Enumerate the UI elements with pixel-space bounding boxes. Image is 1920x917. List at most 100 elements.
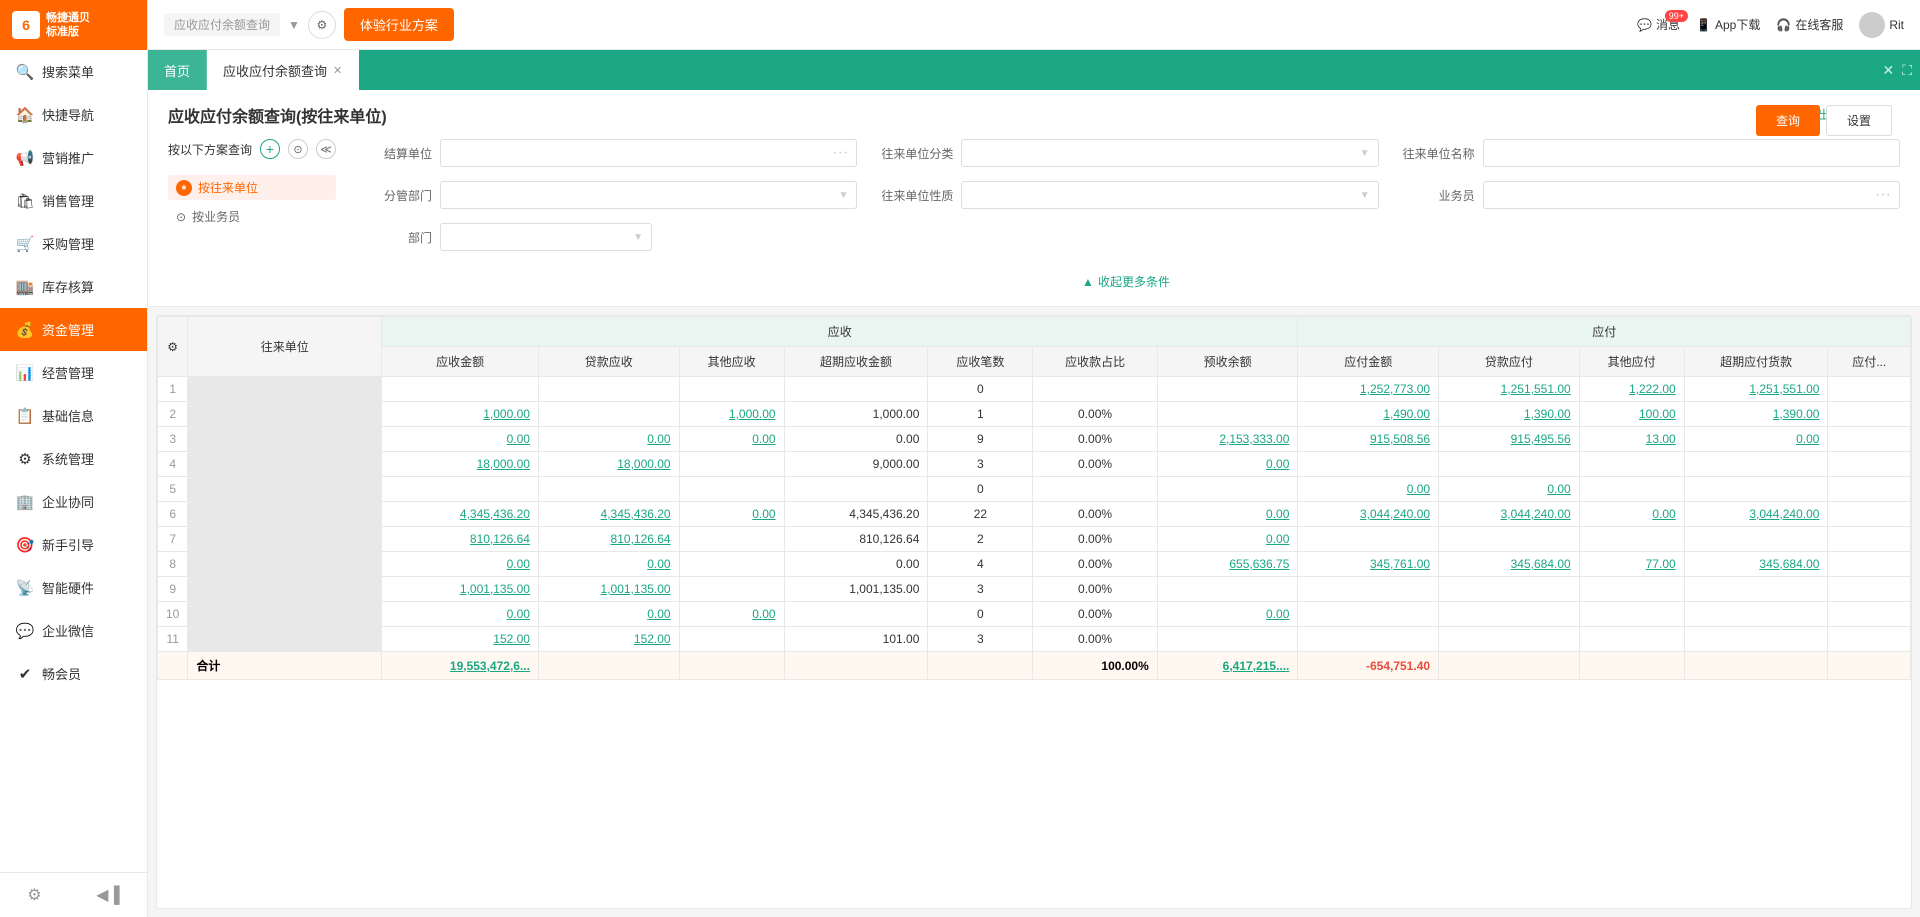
collapse-icon: ▲: [1082, 275, 1094, 289]
footer-label: 合计: [188, 652, 382, 680]
sidebar-bottom: ⚙ ◀▐: [0, 872, 147, 917]
topbar-left: 应收应付余额查询 ▼ ⚙ 体验行业方案: [164, 8, 1625, 41]
sidebar-item-guide[interactable]: 🎯 新手引导: [0, 523, 147, 566]
partner-name-cell: ████████: [188, 527, 382, 552]
app-download-btn[interactable]: 📱 App下载: [1696, 16, 1760, 33]
sidebar-item-marketing[interactable]: 📢 营销推广: [0, 136, 147, 179]
partner-name-input[interactable]: [1483, 139, 1900, 167]
filter-settlement-unit: 结算单位 ···: [352, 139, 857, 167]
settlement-unit-input[interactable]: ···: [440, 139, 857, 167]
query-button[interactable]: 查询: [1756, 105, 1820, 136]
filter-option-btn[interactable]: ⊙: [288, 139, 308, 159]
tab-home[interactable]: 首页: [148, 50, 207, 90]
sidebar-item-enterprise[interactable]: 🏢 企业协同: [0, 480, 147, 523]
sidebar-item-label: 智能硬件: [42, 578, 94, 597]
sidebar-item-hardware[interactable]: 📡 智能硬件: [0, 566, 147, 609]
footer-empty: [158, 652, 188, 680]
table-settings-col[interactable]: ⚙: [158, 317, 188, 377]
solution-button[interactable]: 体验行业方案: [344, 8, 454, 41]
chevron-down-icon: ▼: [1360, 148, 1370, 159]
sidebar-item-wechat[interactable]: 💬 企业微信: [0, 609, 147, 652]
sidebar-item-operations[interactable]: 📊 经营管理: [0, 351, 147, 394]
settings-button[interactable]: 设置: [1826, 105, 1892, 136]
filter-scheme-partner[interactable]: ★ 按往来单位: [168, 175, 336, 200]
sidebar-collapse-btn[interactable]: ◀▐: [88, 881, 128, 909]
partner-name-cell: ████████: [188, 577, 382, 602]
col-group-ap: 应付: [1298, 317, 1911, 347]
tab-ar-ap-query[interactable]: 应收应付余额查询 ✕: [207, 50, 359, 90]
col-ap-more: 应付...: [1828, 347, 1911, 377]
sidebar-item-label: 营销推广: [42, 148, 94, 167]
online-service-btn[interactable]: 🎧 在线客服: [1776, 16, 1843, 33]
sidebar-item-label: 采购管理: [42, 234, 94, 253]
footer-ap-other: [1579, 652, 1684, 680]
chevron-down-icon3: ▼: [1360, 190, 1370, 201]
sidebar-item-finance[interactable]: 💰 资金管理: [0, 308, 147, 351]
message-btn[interactable]: 💬 消息 99+: [1637, 16, 1680, 33]
data-table: ⚙ 往来单位 应收 应付 应收金额 贷款应收 其他应收 超期应收金额 应收笔数 …: [157, 316, 1911, 680]
sidebar-item-label: 库存核算: [42, 277, 94, 296]
footer-ar-overdue: [784, 652, 928, 680]
collapse-label: 收起更多条件: [1098, 273, 1170, 290]
col-ap-amount: 应付金额: [1298, 347, 1439, 377]
tab-close-icon[interactable]: ✕: [333, 64, 342, 77]
sidebar-item-member[interactable]: ✔ 畅会员: [0, 652, 147, 695]
settings-gear-btn[interactable]: ⚙: [308, 11, 336, 39]
footer-ar-amount[interactable]: 19,553,472,6...: [382, 652, 539, 680]
dept-select[interactable]: ▼: [440, 223, 652, 251]
message-badge: 99+: [1665, 10, 1688, 22]
avatar: [1859, 12, 1885, 38]
col-ap-overdue: 超期应付货款: [1684, 347, 1828, 377]
table-row: 5████████00.000.00: [158, 477, 1911, 502]
filter-scheme-salesperson[interactable]: ⊙ 按业务员: [168, 204, 336, 229]
table-row: 9████████1,001,135.001,001,135.001,001,1…: [158, 577, 1911, 602]
user-menu-btn[interactable]: Rit: [1859, 12, 1904, 38]
filter-partner-name: 往来单位名称: [1395, 139, 1900, 167]
partner-name-cell: ████████: [188, 602, 382, 627]
sidebar-item-label: 销售管理: [42, 191, 94, 210]
footer-ap-amount: -654,751.40: [1298, 652, 1439, 680]
tab-maximize-btn[interactable]: ⛶: [1902, 62, 1912, 79]
sidebar-settings-btn[interactable]: ⚙: [19, 881, 49, 909]
sidebar-item-system[interactable]: ⚙ 系统管理: [0, 437, 147, 480]
col-ar-other: 其他应收: [679, 347, 784, 377]
collapse-filter-btn[interactable]: ▲ 收起更多条件: [1078, 269, 1174, 294]
topbar-right: 💬 消息 99+ 📱 App下载 🎧 在线客服 Rit: [1637, 12, 1904, 38]
tab-ar-ap-label: 应收应付余额查询: [223, 61, 327, 80]
inventory-icon: 🏬: [16, 278, 34, 296]
footer-ar-other: [679, 652, 784, 680]
division-select[interactable]: ▼: [440, 181, 857, 209]
sidebar-item-label: 企业协同: [42, 492, 94, 511]
partner-name-cell: ████████: [188, 402, 382, 427]
app-label: App下载: [1715, 16, 1760, 33]
sidebar-item-basic-info[interactable]: 📋 基础信息: [0, 394, 147, 437]
operations-icon: 📊: [16, 364, 34, 382]
filter-collapse-scheme-btn[interactable]: ≪: [316, 139, 336, 159]
table-row: 3████████0.000.000.000.0090.00%2,153,333…: [158, 427, 1911, 452]
basic-info-icon: 📋: [16, 407, 34, 425]
table-row: 8P0.000.000.0040.00%655,636.75345,761.00…: [158, 552, 1911, 577]
sidebar-item-inventory[interactable]: 🏬 库存核算: [0, 265, 147, 308]
col-group-ar: 应收: [382, 317, 1298, 347]
sales-icon: 🛍: [16, 192, 34, 210]
tabbar-controls: ✕ ⛶: [1874, 50, 1920, 90]
salesperson-input[interactable]: ···: [1483, 181, 1900, 209]
partner-nature-label: 往来单位性质: [873, 187, 953, 204]
tab-close-window-btn[interactable]: ✕: [1882, 62, 1894, 79]
sidebar-item-quick-nav[interactable]: 🏠 快捷导航: [0, 93, 147, 136]
footer-ar-prepay[interactable]: 6,417,215....: [1157, 652, 1298, 680]
sidebar-item-purchase[interactable]: 🛒 采购管理: [0, 222, 147, 265]
sidebar-item-label: 经营管理: [42, 363, 94, 382]
partner-name-cell: ████████: [188, 377, 382, 402]
sidebar-item-search-menu[interactable]: 🔍 搜索菜单: [0, 50, 147, 93]
marketing-icon: 📢: [16, 149, 34, 167]
partner-name-cell: 7: [188, 502, 382, 527]
partner-nature-select[interactable]: ▼: [961, 181, 1378, 209]
sidebar-item-label: 快捷导航: [42, 105, 94, 124]
member-icon: ✔: [16, 665, 34, 683]
sidebar-item-sales[interactable]: 🛍 销售管理: [0, 179, 147, 222]
footer-ar-credit: [538, 652, 679, 680]
partner-category-select[interactable]: ▼: [961, 139, 1378, 167]
quick-nav-icon: 🏠: [16, 106, 34, 124]
filter-add-btn[interactable]: +: [260, 139, 280, 159]
